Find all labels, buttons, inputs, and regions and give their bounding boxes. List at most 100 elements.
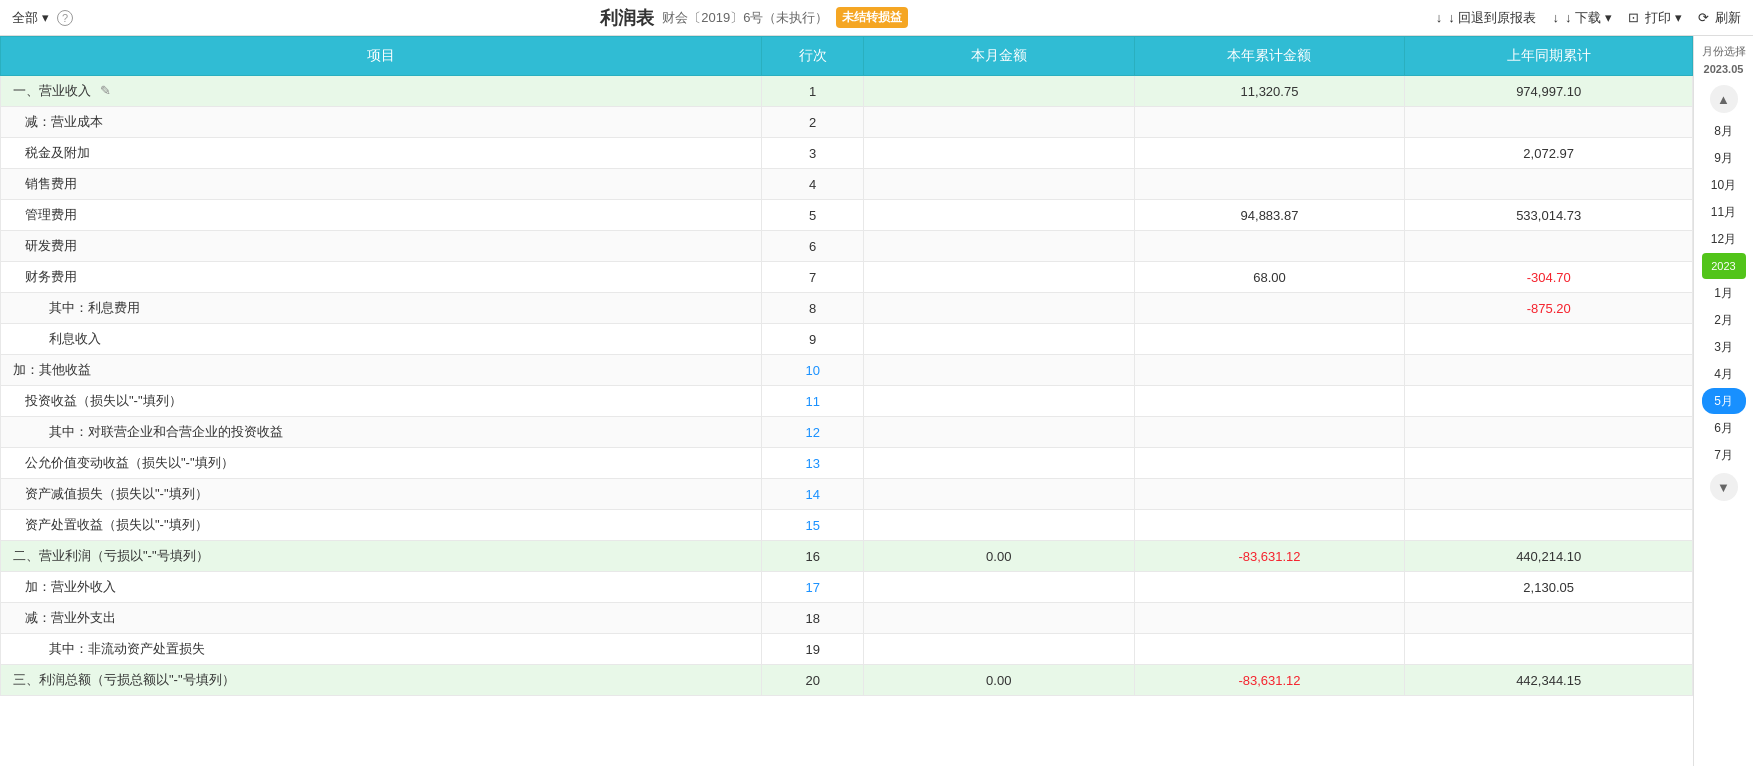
- table-cell-row-num: 3: [762, 138, 864, 169]
- all-label: 全部: [12, 9, 38, 27]
- table-cell-ytd: [1134, 572, 1405, 603]
- help-icon[interactable]: ?: [57, 10, 73, 26]
- edit-icon[interactable]: ✎: [97, 83, 113, 99]
- table-cell-ytd: [1134, 479, 1405, 510]
- table-cell-prior-ytd: 2,072.97: [1405, 138, 1693, 169]
- table-row: 销售费用4: [1, 169, 1693, 200]
- table-cell-prior-ytd: [1405, 479, 1693, 510]
- col-header-prior-ytd: 上年同期累计: [1405, 37, 1693, 76]
- table-row: 管理费用594,883.87533,014.73: [1, 200, 1693, 231]
- month-item[interactable]: 3月: [1702, 334, 1746, 360]
- table-row: 加：营业外收入172,130.05: [1, 572, 1693, 603]
- table-row: 三、利润总额（亏损总额以"-"号填列）200.00-83,631.12442,3…: [1, 665, 1693, 696]
- right-sidebar: 月份选择 2023.05 ▲ 8月9月10月11月12月20231月2月3月4月…: [1693, 36, 1753, 766]
- month-item[interactable]: 8月: [1702, 118, 1746, 144]
- month-item[interactable]: 6月: [1702, 415, 1746, 441]
- table-row: 公允价值变动收益（损失以"-"填列）13: [1, 448, 1693, 479]
- dropdown-icon: ▾: [42, 10, 49, 25]
- table-cell-item: 资产处置收益（损失以"-"填列）: [1, 510, 762, 541]
- top-bar: 全部 ▾ ? 利润表 财会〔2019〕6号（未执行） 未结转损益 ↓ ↓ 回退到…: [0, 0, 1753, 36]
- table-cell-ytd: [1134, 138, 1405, 169]
- table-cell-current-month: [863, 448, 1134, 479]
- table-cell-current-month: [863, 107, 1134, 138]
- month-item[interactable]: 9月: [1702, 145, 1746, 171]
- table-cell-prior-ytd: [1405, 231, 1693, 262]
- month-up-button[interactable]: ▲: [1710, 85, 1738, 113]
- table-row: 财务费用768.00-304.70: [1, 262, 1693, 293]
- month-item[interactable]: 4月: [1702, 361, 1746, 387]
- table-row: 利息收入9: [1, 324, 1693, 355]
- table-cell-item: 研发费用: [1, 231, 762, 262]
- table-cell-ytd: [1134, 386, 1405, 417]
- top-bar-actions: ↓ ↓ 回退到原报表 ↓ ↓ 下载 ▾ ⊡ 打印 ▾ ⟳ 刷新: [1436, 9, 1741, 27]
- back-button[interactable]: ↓ ↓ 回退到原报表: [1436, 9, 1537, 27]
- table-cell-ytd: [1134, 231, 1405, 262]
- table-cell-row-num: 20: [762, 665, 864, 696]
- table-cell-prior-ytd: [1405, 107, 1693, 138]
- table-cell-current-month: [863, 417, 1134, 448]
- current-year: 2023.05: [1704, 63, 1744, 75]
- table-cell-row-num: 8: [762, 293, 864, 324]
- table-cell-ytd: 94,883.87: [1134, 200, 1405, 231]
- table-cell-item: 加：其他收益: [1, 355, 762, 386]
- table-cell-item: 公允价值变动收益（损失以"-"填列）: [1, 448, 762, 479]
- table-cell-current-month: [863, 169, 1134, 200]
- table-cell-item: 加：营业外收入: [1, 572, 762, 603]
- table-cell-item: 利息收入: [1, 324, 762, 355]
- table-cell-item: 三、利润总额（亏损总额以"-"号填列）: [1, 665, 762, 696]
- table-cell-row-num: 4: [762, 169, 864, 200]
- print-button[interactable]: ⊡ 打印 ▾: [1628, 9, 1682, 27]
- table-cell-item: 投资收益（损失以"-"填列）: [1, 386, 762, 417]
- month-item[interactable]: 1月: [1702, 280, 1746, 306]
- report-subtitle: 财会〔2019〕6号（未执行）: [662, 9, 828, 27]
- table-cell-current-month: [863, 262, 1134, 293]
- top-bar-center: 利润表 财会〔2019〕6号（未执行） 未结转损益: [600, 6, 908, 30]
- table-cell-current-month: [863, 76, 1134, 107]
- table-cell-prior-ytd: 440,214.10: [1405, 541, 1693, 572]
- refresh-button[interactable]: ⟳ 刷新: [1698, 9, 1741, 27]
- refresh-icon: ⟳: [1698, 10, 1709, 25]
- table-cell-item: 二、营业利润（亏损以"-"号填列）: [1, 541, 762, 572]
- table-cell-current-month: [863, 138, 1134, 169]
- table-cell-ytd: -83,631.12: [1134, 541, 1405, 572]
- month-item[interactable]: 12月: [1702, 226, 1746, 252]
- table-cell-ytd: [1134, 107, 1405, 138]
- download-button[interactable]: ↓ ↓ 下载 ▾: [1552, 9, 1612, 27]
- col-header-ytd: 本年累计金额: [1134, 37, 1405, 76]
- table-cell-item: 其中：非流动资产处置损失: [1, 634, 762, 665]
- table-row: 加：其他收益10: [1, 355, 1693, 386]
- table-cell-row-num: 1: [762, 76, 864, 107]
- table-cell-row-num: 5: [762, 200, 864, 231]
- table-cell-prior-ytd: [1405, 386, 1693, 417]
- month-down-button[interactable]: ▼: [1710, 473, 1738, 501]
- month-item[interactable]: 7月: [1702, 442, 1746, 468]
- month-item[interactable]: 2023: [1702, 253, 1746, 279]
- table-cell-ytd: [1134, 634, 1405, 665]
- month-item[interactable]: 10月: [1702, 172, 1746, 198]
- table-row: 资产处置收益（损失以"-"填列）15: [1, 510, 1693, 541]
- table-cell-row-num: 13: [762, 448, 864, 479]
- table-cell-prior-ytd: 442,344.15: [1405, 665, 1693, 696]
- table-cell-prior-ytd: [1405, 634, 1693, 665]
- table-cell-current-month: 0.00: [863, 541, 1134, 572]
- table-cell-ytd: 11,320.75: [1134, 76, 1405, 107]
- table-cell-ytd: [1134, 355, 1405, 386]
- table-cell-ytd: [1134, 510, 1405, 541]
- table-cell-item: 减：营业成本: [1, 107, 762, 138]
- table-row: 一、营业收入✎111,320.75974,997.10: [1, 76, 1693, 107]
- month-item[interactable]: 11月: [1702, 199, 1746, 225]
- table-area: 项目 行次 本月金额 本年累计金额 上年同期累计 一、营业收入✎111,320.…: [0, 36, 1693, 766]
- col-header-row: 行次: [762, 37, 864, 76]
- table-row: 其中：对联营企业和合营企业的投资收益12: [1, 417, 1693, 448]
- col-header-current-month: 本月金额: [863, 37, 1134, 76]
- month-item[interactable]: 2月: [1702, 307, 1746, 333]
- table-cell-row-num: 9: [762, 324, 864, 355]
- all-button[interactable]: 全部 ▾: [12, 9, 49, 27]
- month-item[interactable]: 5月: [1702, 388, 1746, 414]
- table-cell-ytd: [1134, 448, 1405, 479]
- table-cell-item: 税金及附加: [1, 138, 762, 169]
- table-cell-prior-ytd: [1405, 417, 1693, 448]
- table-cell-prior-ytd: -875.20: [1405, 293, 1693, 324]
- table-cell-current-month: [863, 603, 1134, 634]
- table-cell-item: 管理费用: [1, 200, 762, 231]
